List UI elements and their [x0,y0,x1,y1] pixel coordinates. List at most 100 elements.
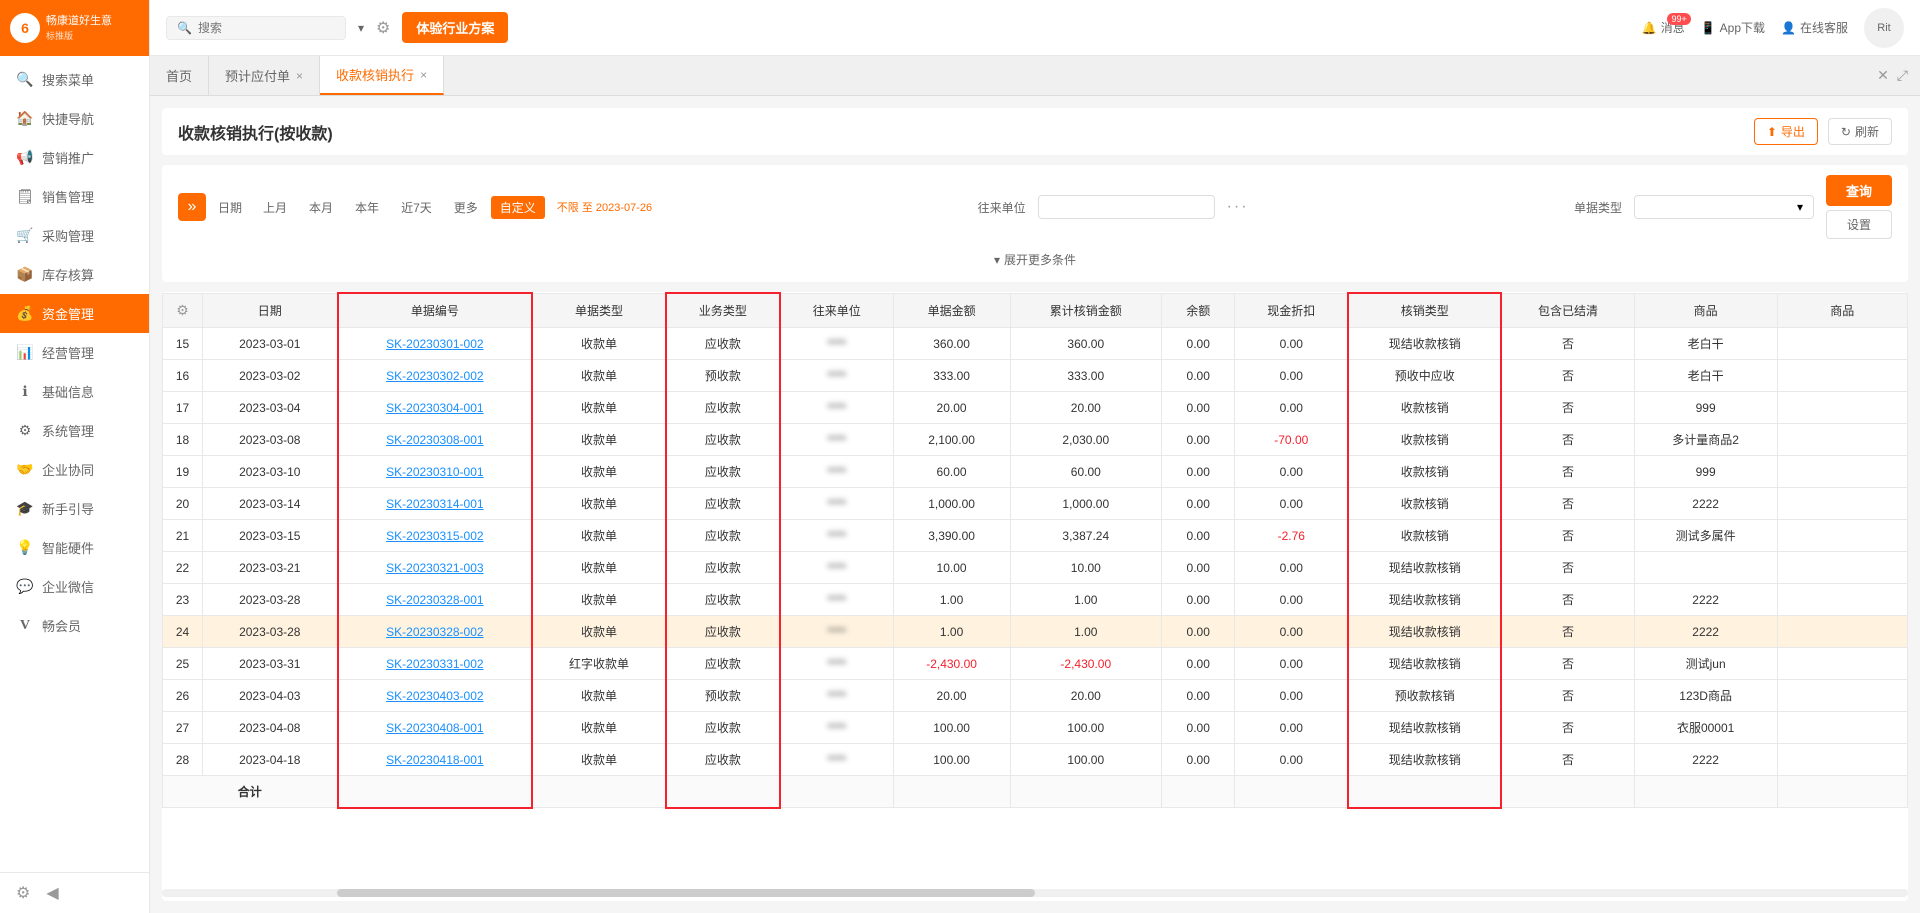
close-window-icon[interactable]: ✕ [1877,67,1889,84]
date-btn-more[interactable]: 更多 [445,196,487,219]
col-balance: 0.00 [1162,616,1235,648]
page-content: 收款核销执行(按收款) ⬆ 导出 ↻ 刷新 » 日期 上月 本月 [150,96,1920,913]
doc-no-link[interactable]: SK-20230310-001 [386,465,483,479]
doc-no-link[interactable]: SK-20230302-002 [386,369,483,383]
sidebar-item-hardware[interactable]: 💡智能硬件 [0,528,149,567]
collapse-icon[interactable]: ◀ [46,883,58,903]
table-scrollbar[interactable] [162,889,1908,897]
col-amount: 2,100.00 [893,424,1010,456]
date-btn-7days[interactable]: 近7天 [392,196,441,219]
tab-prepay-close[interactable]: × [296,69,303,83]
data-table: ⚙ 日期 单据编号 单据类型 业务类型 往来单位 单据金额 累计核销金额 余额 … [162,292,1908,809]
expand-more-btn[interactable]: ▾ 展开更多条件 [178,247,1892,272]
refresh-button[interactable]: ↻ 刷新 [1828,118,1892,145]
col-settled: 否 [1501,552,1634,584]
col-accum-header: 累计核销金额 [1010,293,1162,328]
sidebar-item-sales[interactable]: 🗒销售管理 [0,177,149,216]
doc-no-link[interactable]: SK-20230403-002 [386,689,483,703]
avatar[interactable]: Rit [1864,8,1904,48]
tab-home[interactable]: 首页 [150,56,209,95]
table-scrollbar-thumb [337,889,1035,897]
doc-no-link[interactable]: SK-20230301-002 [386,337,483,351]
col-accum: 360.00 [1010,328,1162,360]
search-input[interactable] [198,21,335,35]
search-icon: 🔍 [16,71,34,88]
doc-no-link[interactable]: SK-20230308-001 [386,433,483,447]
doc-no-link[interactable]: SK-20230314-001 [386,497,483,511]
doc-no-link[interactable]: SK-20230315-002 [386,529,483,543]
date-range: 不限 至 2023-07-26 [557,199,652,215]
export-button[interactable]: ⬆ 导出 [1754,118,1818,145]
doc-type-select[interactable]: ▾ [1634,195,1814,219]
sidebar-item-quicknav[interactable]: 🏠快捷导航 [0,99,149,138]
industry-btn[interactable]: 体验行业方案 [402,12,508,43]
info-icon: ℹ [16,383,34,400]
date-btn-last-month[interactable]: 上月 [254,196,296,219]
sidebar-item-funds[interactable]: 💰资金管理 [0,294,149,333]
filter-toggle-btn[interactable]: » [178,193,206,221]
col-docno: SK-20230315-002 [338,520,533,552]
sidebar-item-search[interactable]: 🔍搜索菜单 [0,60,149,99]
col-writeofftype: 现结收款核销 [1348,328,1501,360]
tab-collection[interactable]: 收款核销执行 × [320,56,444,95]
table-gear-icon[interactable]: ⚙ [176,302,189,318]
col-cashdisc: 0.00 [1235,584,1348,616]
col-settled: 否 [1501,648,1634,680]
table-scroll[interactable]: ⚙ 日期 单据编号 单据类型 业务类型 往来单位 单据金额 累计核销金额 余额 … [162,292,1908,885]
doc-no-link[interactable]: SK-20230328-001 [386,593,483,607]
doc-no-link[interactable]: SK-20230331-002 [386,657,483,671]
col-accum: 2,030.00 [1010,424,1162,456]
sidebar-item-wechat[interactable]: 💬企业微信 [0,567,149,606]
tab-prepay[interactable]: 预计应付单 × [209,56,320,95]
col-no: 21 [163,520,203,552]
date-btn-custom[interactable]: 自定义 [491,196,545,219]
query-button[interactable]: 查询 [1826,175,1892,206]
doc-no-link[interactable]: SK-20230418-001 [386,753,483,767]
tab-collection-close[interactable]: × [420,68,427,82]
guide-icon: 🎓 [16,500,34,517]
sidebar-item-system[interactable]: ⚙系统管理 [0,411,149,450]
partner-input[interactable] [1038,195,1215,219]
sidebar-item-inventory[interactable]: 📦库存核算 [0,255,149,294]
date-label: 日期 [218,199,242,216]
col-writeofftype: 现结收款核销 [1348,584,1501,616]
online-service-btn[interactable]: 👤 在线客服 [1781,19,1848,36]
doc-no-link[interactable]: SK-20230328-002 [386,625,483,639]
table-row: 21 2023-03-15 SK-20230315-002 收款单 应收款 **… [163,520,1908,552]
col-no: 27 [163,712,203,744]
date-btn-this-month[interactable]: 本月 [300,196,342,219]
col-no: 19 [163,456,203,488]
col-accum: 333.00 [1010,360,1162,392]
message-btn[interactable]: 🔔 消息 99+ [1642,19,1685,36]
col-product1: 123D商品 [1634,680,1777,712]
col-biztype: 应收款 [666,328,780,360]
sidebar-item-operations[interactable]: 📊经营管理 [0,333,149,372]
sidebar-item-basic[interactable]: ℹ基础信息 [0,372,149,411]
settings-button[interactable]: 设置 [1826,210,1892,239]
home-icon: 🏠 [16,110,34,127]
sidebar-item-purchase[interactable]: 🛒采购管理 [0,216,149,255]
settings-icon[interactable]: ⚙ [16,883,30,903]
col-docno: SK-20230301-002 [338,328,533,360]
col-biztype: 预收款 [666,360,780,392]
doc-no-link[interactable]: SK-20230408-001 [386,721,483,735]
sidebar-item-enterprise[interactable]: 🤝企业协同 [0,450,149,489]
table-row: 16 2023-03-02 SK-20230302-002 收款单 预收款 **… [163,360,1908,392]
topbar-dropdown[interactable]: ▾ [358,21,364,35]
date-btn-this-year[interactable]: 本年 [346,196,388,219]
col-partner: **** [780,328,893,360]
col-accum: 60.00 [1010,456,1162,488]
col-product2 [1777,712,1907,744]
app-download-btn[interactable]: 📱 App下载 [1701,19,1765,36]
col-no: 24 [163,616,203,648]
sidebar-item-member[interactable]: V畅会员 [0,606,149,645]
col-date: 2023-04-08 [203,712,338,744]
sidebar-item-marketing[interactable]: 📢营销推广 [0,138,149,177]
sidebar-item-guide[interactable]: 🎓新手引导 [0,489,149,528]
logo-char: 6 [21,20,29,36]
topbar-search-box[interactable]: 🔍 [166,16,346,40]
gear-icon[interactable]: ⚙ [376,18,390,38]
expand-icon[interactable]: ⤢ [1897,67,1908,84]
doc-no-link[interactable]: SK-20230304-001 [386,401,483,415]
doc-no-link[interactable]: SK-20230321-003 [386,561,483,575]
